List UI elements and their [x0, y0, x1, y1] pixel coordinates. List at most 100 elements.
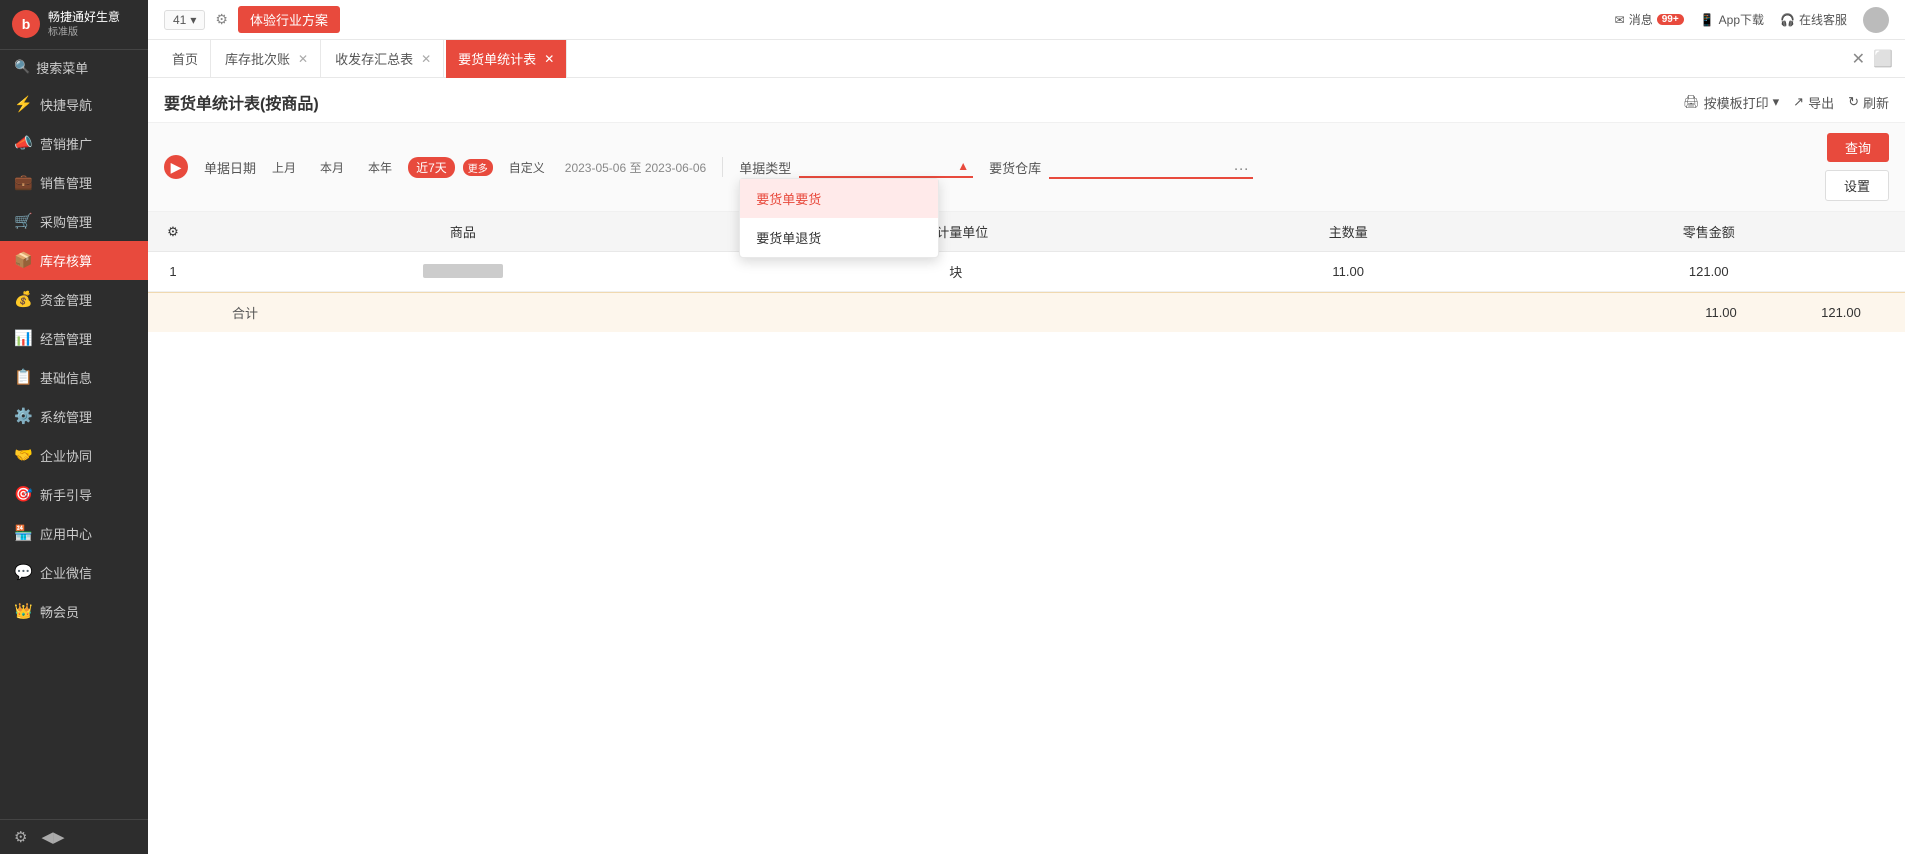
warehouse-more-icon[interactable]: …: [1233, 157, 1249, 175]
export-button[interactable]: ↗ 导出: [1793, 93, 1834, 112]
settings-button[interactable]: 设置: [1825, 170, 1889, 201]
chevron-down-icon: ▾: [190, 13, 196, 27]
box-icon: 📦: [14, 251, 32, 269]
refresh-button[interactable]: ↻ 刷新: [1848, 93, 1889, 112]
dropdown-item-requisition-return[interactable]: 要货单退货: [740, 218, 938, 257]
sidebar-footer: ⚙ ◀▶: [0, 819, 148, 854]
filter-divider-1: [722, 157, 723, 177]
tab-close-all-icon[interactable]: ✕: [1852, 49, 1865, 69]
print-icon: 🖨: [1683, 94, 1700, 110]
search-icon: 🔍: [14, 59, 30, 75]
tab-receive-summary[interactable]: 收发存汇总表 ✕: [323, 40, 444, 78]
tab-bar-actions: ✕ ⬜: [1852, 49, 1893, 69]
sidebar-item-basic[interactable]: 📋 基础信息: [0, 358, 148, 397]
sidebar-item-operation[interactable]: 📊 经营管理: [0, 319, 148, 358]
handshake-icon: 🤝: [14, 446, 32, 464]
row-product: [198, 252, 728, 292]
sidebar-item-quick-nav[interactable]: ⚡ 快捷导航: [0, 85, 148, 124]
page-title-bar: 要货单统计表(按商品) 🖨 按模板打印 ▾ ↗ 导出 ↻ 刷新: [148, 78, 1905, 123]
expand-icon: ▶: [171, 159, 182, 176]
sidebar-item-finance[interactable]: 💰 资金管理: [0, 280, 148, 319]
tab-close-requisition-stat[interactable]: ✕: [544, 52, 554, 66]
app-logo: b 畅捷通好生意 标准版: [0, 0, 148, 50]
doc-type-input[interactable]: [803, 159, 953, 174]
warehouse-filter-group: 要货仓库 …: [989, 155, 1253, 179]
sidebar-item-inventory[interactable]: 📦 库存核算: [0, 241, 148, 280]
tab-close-receive-summary[interactable]: ✕: [421, 52, 431, 66]
row-index: 1: [148, 252, 198, 292]
trial-button[interactable]: 体验行业方案: [238, 6, 340, 33]
row-sale-amount: 121.00: [1513, 252, 1905, 292]
target-icon: 🎯: [14, 485, 32, 503]
more-date-badge[interactable]: 更多: [463, 159, 493, 176]
sidebar-item-sales[interactable]: 💼 销售管理: [0, 163, 148, 202]
footer-spacer: [162, 303, 212, 322]
phone-icon: 📱: [1700, 13, 1715, 27]
filter-expand-button[interactable]: ▶: [164, 155, 188, 179]
online-service-button[interactable]: 🎧 在线客服: [1780, 11, 1847, 28]
tab-inventory-batch[interactable]: 库存批次账 ✕: [213, 40, 321, 78]
warehouse-select[interactable]: …: [1049, 155, 1253, 179]
sidebar-item-purchase[interactable]: 🛒 采购管理: [0, 202, 148, 241]
tab-close-inventory-batch[interactable]: ✕: [298, 52, 308, 66]
warehouse-label: 要货仓库: [989, 158, 1041, 177]
print-template-button[interactable]: 🖨 按模板打印 ▾: [1683, 93, 1779, 112]
tab-home[interactable]: 首页: [160, 40, 211, 78]
date-btn-this-month[interactable]: 本月: [312, 157, 352, 178]
user-avatar[interactable]: [1863, 7, 1889, 33]
app-download-button[interactable]: 📱 App下载: [1700, 11, 1764, 28]
footer-total-label: 合计: [232, 303, 258, 322]
doc-type-select[interactable]: ▲: [799, 157, 973, 178]
cart-icon: 🛒: [14, 212, 32, 230]
messages-button[interactable]: ✉ 消息 99+: [1615, 11, 1684, 28]
table-footer: 合计 11.00 121.00: [148, 292, 1905, 332]
filter-action-buttons: 查询 设置: [1825, 133, 1889, 201]
clipboard-icon: 📋: [14, 368, 32, 386]
briefcase-icon: 💼: [14, 173, 32, 191]
doc-type-label: 单据类型: [739, 158, 791, 177]
tab-count-selector[interactable]: 41 ▾: [164, 10, 205, 30]
gear-icon: ⚙️: [14, 407, 32, 425]
tab-maximize-icon[interactable]: ⬜: [1873, 49, 1893, 69]
main-content: 41 ▾ ⚙ 体验行业方案 ✉ 消息 99+ 📱 App下载 🎧 在线客服: [148, 0, 1905, 854]
collapse-footer-icon[interactable]: ◀▶: [41, 828, 64, 846]
column-settings-icon[interactable]: ⚙: [167, 224, 179, 239]
sidebar: b 畅捷通好生意 标准版 🔍 搜索菜单 ⚡ 快捷导航 📣 营销推广 💼 销售管理…: [0, 0, 148, 854]
sidebar-item-search[interactable]: 🔍 搜索菜单: [0, 50, 148, 85]
chart-icon: 📊: [14, 329, 32, 347]
header-gear-icon[interactable]: ⚙: [215, 11, 228, 28]
tab-requisition-stat[interactable]: 要货单统计表 ✕: [446, 40, 567, 78]
date-range-text: 2023-05-06 至 2023-06-06: [565, 159, 706, 176]
date-btn-custom[interactable]: 自定义: [501, 157, 553, 178]
date-filter-label: 单据日期: [204, 158, 256, 177]
sidebar-item-guide[interactable]: 🎯 新手引导: [0, 475, 148, 514]
col-quantity: 主数量: [1184, 212, 1513, 252]
sidebar-item-enterprise[interactable]: 🤝 企业协同: [0, 436, 148, 475]
megaphone-icon: 📣: [14, 134, 32, 152]
top-header: 41 ▾ ⚙ 体验行业方案 ✉ 消息 99+ 📱 App下载 🎧 在线客服: [148, 0, 1905, 40]
query-button[interactable]: 查询: [1827, 133, 1889, 162]
sidebar-item-marketing[interactable]: 📣 营销推广: [0, 124, 148, 163]
footer-quantity-cell: 11.00: [1671, 303, 1771, 322]
filter-bar: ▶ 单据日期 上月 本月 本年 近7天 更多 自定义 2023-05-06 至 …: [148, 123, 1905, 212]
product-blurred: [423, 264, 503, 278]
sidebar-item-wechat[interactable]: 💬 企业微信: [0, 553, 148, 592]
date-btn-this-year[interactable]: 本年: [360, 157, 400, 178]
sidebar-item-system[interactable]: ⚙️ 系统管理: [0, 397, 148, 436]
date-btn-last-month[interactable]: 上月: [264, 157, 304, 178]
sidebar-item-member[interactable]: 👑 畅会员: [0, 592, 148, 631]
doc-type-filter-group: 单据类型 ▲ 要货单要货 要货单退货: [739, 157, 973, 178]
sidebar-nav: 🔍 搜索菜单 ⚡ 快捷导航 📣 营销推广 💼 销售管理 🛒 采购管理 📦 库存核…: [0, 50, 148, 819]
settings-footer-icon[interactable]: ⚙: [14, 828, 27, 846]
dropdown-item-requisition-order[interactable]: 要货单要货: [740, 179, 938, 218]
data-table-container: ⚙ 商品 主计量单位 主数量 零售金额 1 块: [148, 212, 1905, 292]
logo-icon: b: [12, 10, 40, 38]
sidebar-item-appstore[interactable]: 🏪 应用中心: [0, 514, 148, 553]
crown-icon: 👑: [14, 602, 32, 620]
date-btn-7days[interactable]: 近7天: [408, 157, 455, 178]
col-settings[interactable]: ⚙: [148, 212, 198, 252]
wechat-icon: 💬: [14, 563, 32, 581]
warehouse-input[interactable]: [1053, 159, 1229, 174]
refresh-icon: ↻: [1848, 94, 1859, 110]
col-product: 商品: [198, 212, 728, 252]
